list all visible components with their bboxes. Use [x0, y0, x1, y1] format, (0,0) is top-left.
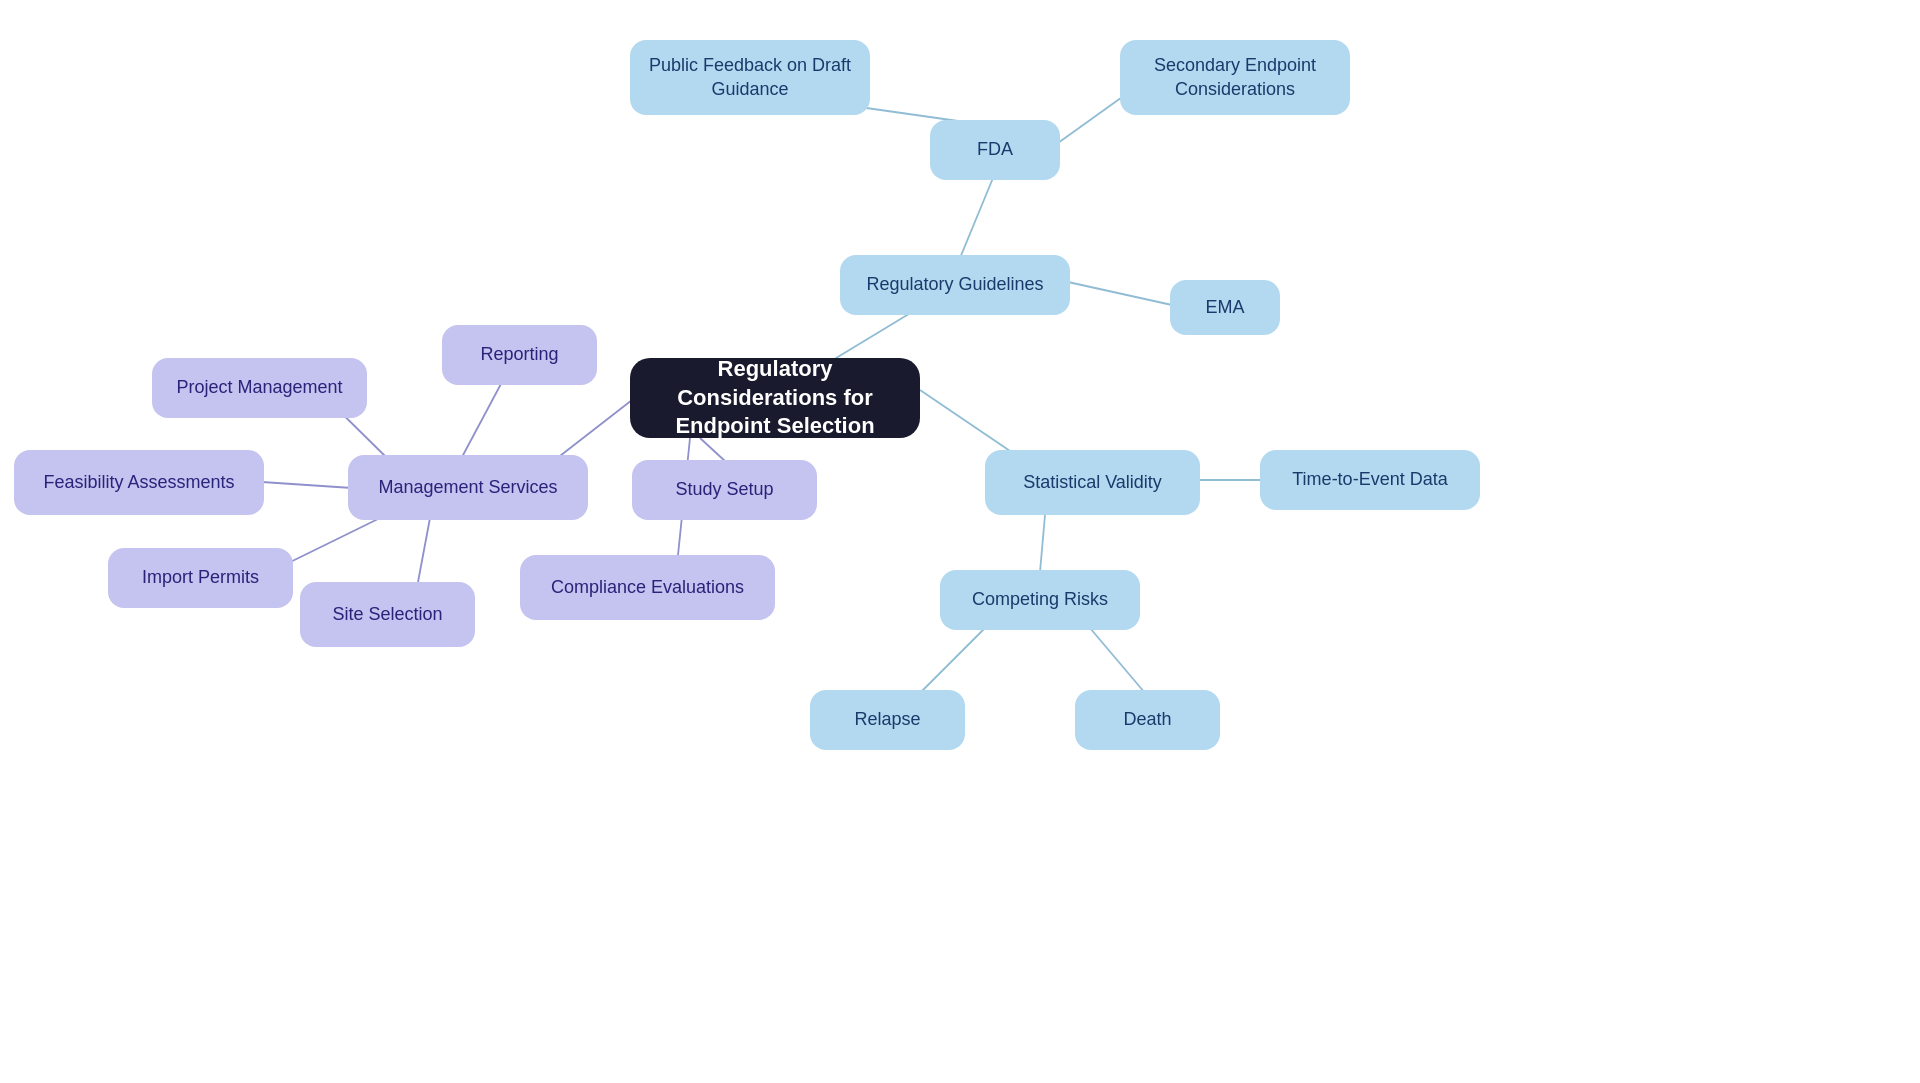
reporting-node: Reporting — [442, 325, 597, 385]
compliance-evaluations-node: Compliance Evaluations — [520, 555, 775, 620]
center-node: Regulatory Considerations for Endpoint S… — [630, 358, 920, 438]
svg-line-13 — [262, 482, 352, 488]
public-feedback-node: Public Feedback on Draft Guidance — [630, 40, 870, 115]
svg-line-3 — [1058, 95, 1125, 143]
svg-line-11 — [462, 382, 502, 457]
svg-line-8 — [920, 628, 985, 693]
ema-node: EMA — [1170, 280, 1280, 335]
svg-line-4 — [1068, 282, 1172, 305]
management-services-node: Management Services — [348, 455, 588, 520]
time-to-event-node: Time-to-Event Data — [1260, 450, 1480, 510]
death-node: Death — [1075, 690, 1220, 750]
svg-line-15 — [418, 518, 430, 582]
fda-node: FDA — [930, 120, 1060, 180]
svg-line-7 — [1040, 515, 1045, 572]
relapse-node: Relapse — [810, 690, 965, 750]
svg-line-1 — [960, 178, 993, 258]
project-management-node: Project Management — [152, 358, 367, 418]
secondary-endpoint-node: Secondary Endpoint Considerations — [1120, 40, 1350, 115]
site-selection-node: Site Selection — [300, 582, 475, 647]
svg-line-16 — [700, 438, 726, 462]
statistical-validity-node: Statistical Validity — [985, 450, 1200, 515]
regulatory-guidelines-node: Regulatory Guidelines — [840, 255, 1070, 315]
feasibility-assessments-node: Feasibility Assessments — [14, 450, 264, 515]
competing-risks-node: Competing Risks — [940, 570, 1140, 630]
study-setup-node: Study Setup — [632, 460, 817, 520]
svg-line-9 — [1090, 628, 1145, 693]
import-permits-node: Import Permits — [108, 548, 293, 608]
